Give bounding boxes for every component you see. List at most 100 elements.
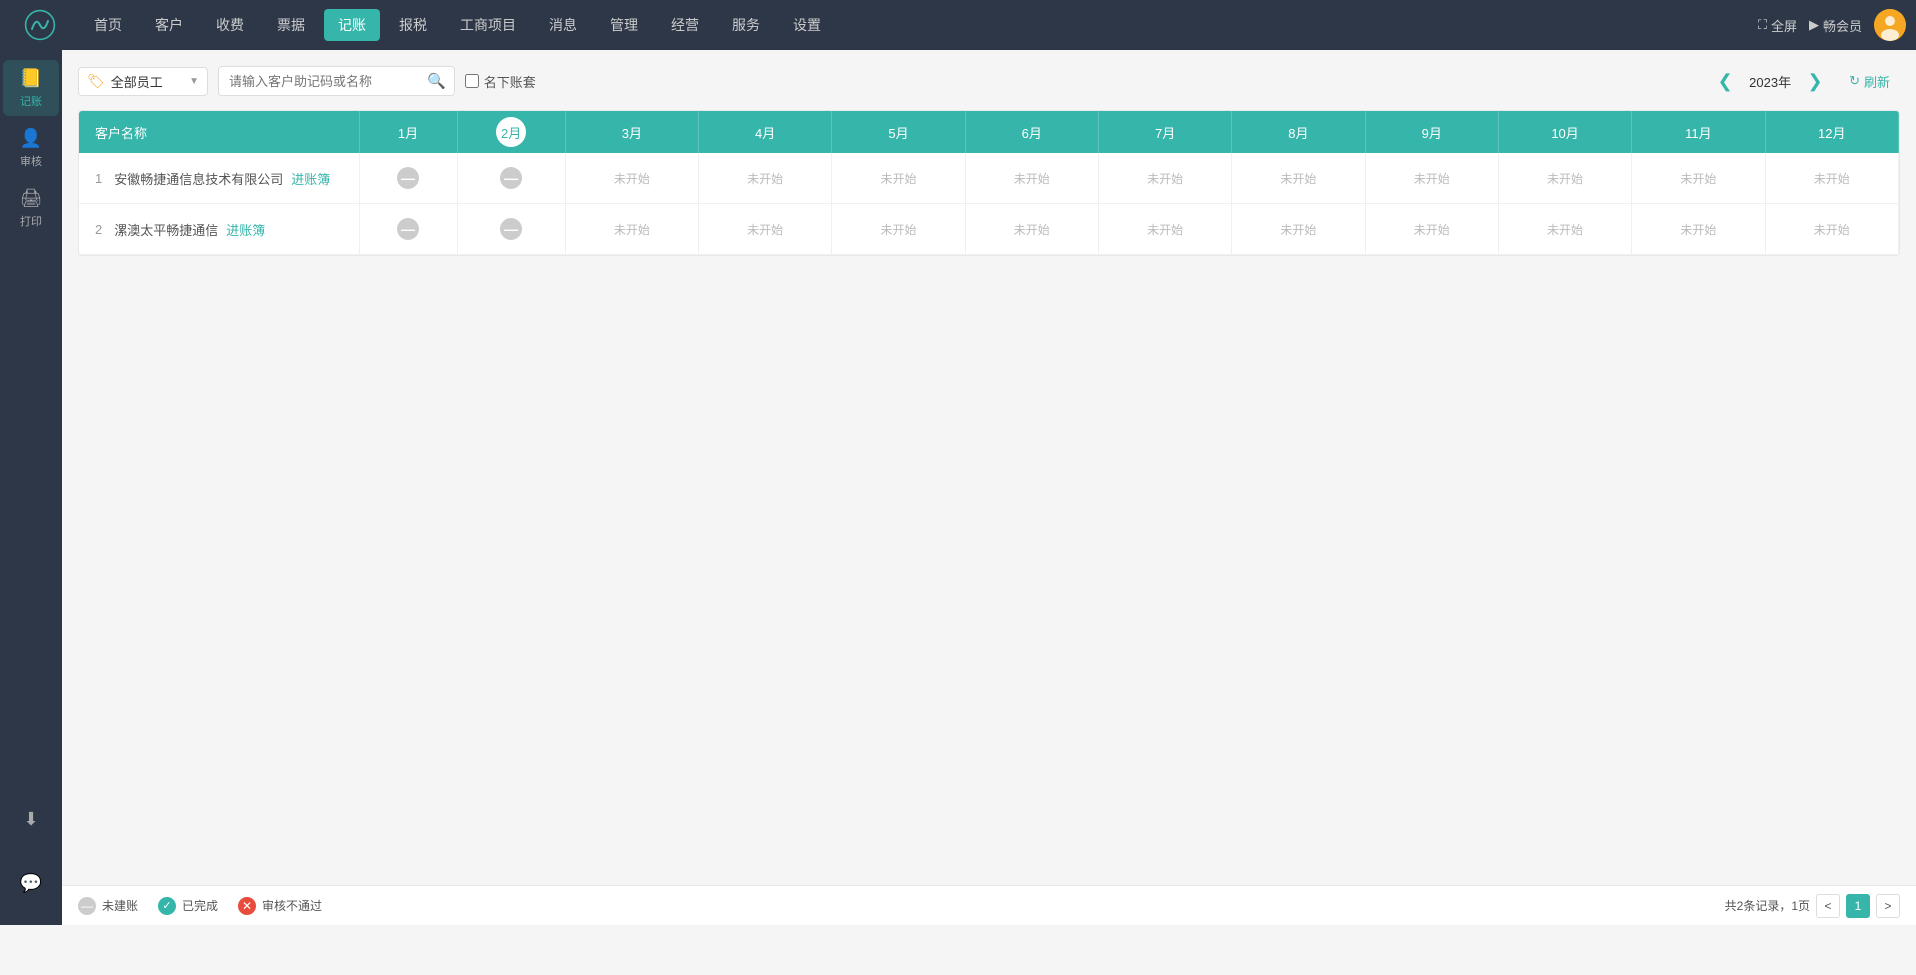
search-input[interactable] xyxy=(219,69,419,94)
nav-settings[interactable]: 设置 xyxy=(779,9,835,41)
row2-m12: 未开始 xyxy=(1765,204,1898,255)
col-header-m3: 3月 xyxy=(565,111,698,153)
row1-m6: 未开始 xyxy=(965,153,1098,204)
next-page-button[interactable]: > xyxy=(1876,894,1900,918)
row1-m4: 未开始 xyxy=(699,153,832,204)
fullscreen-label: 全屏 xyxy=(1771,16,1797,35)
nav-home[interactable]: 首页 xyxy=(80,9,136,41)
status-not-started: 未开始 xyxy=(880,223,916,237)
row1-m9: 未开始 xyxy=(1365,153,1498,204)
current-page-button[interactable]: 1 xyxy=(1846,894,1870,918)
nav-operation[interactable]: 经营 xyxy=(657,9,713,41)
fullscreen-button[interactable]: ⛶ 全屏 xyxy=(1758,16,1797,35)
enter-ledger-link-1[interactable]: 进账簿 xyxy=(291,169,330,188)
sidebar-item-print-label: 打印 xyxy=(20,213,42,229)
row1-m10: 未开始 xyxy=(1498,153,1631,204)
main-content: 🏷 全部员工 ▼ 🔍 名下账套 ❮ 2023年 ❯ ↻ 刷新 客户名称 1月 xyxy=(62,50,1916,925)
nav-invoice[interactable]: 票据 xyxy=(263,9,319,41)
status-dash-icon: — xyxy=(397,167,419,189)
row2-m8: 未开始 xyxy=(1232,204,1365,255)
data-table: 客户名称 1月 2月 3月 4月 5月 6月 7月 8月 9月 10月 11月 … xyxy=(79,111,1899,255)
employee-icon: 🏷 xyxy=(87,73,105,90)
prev-page-button[interactable]: < xyxy=(1816,894,1840,918)
nav-fee[interactable]: 收费 xyxy=(202,9,258,41)
feb-circle: 2月 xyxy=(496,117,526,147)
col-header-m1: 1月 xyxy=(359,111,457,153)
client-name-1: 安徽畅捷通信息技术有限公司 xyxy=(114,169,283,188)
legend-rejected: ✕ 审核不通过 xyxy=(238,897,322,915)
sidebar-item-audit[interactable]: 👤 审核 xyxy=(3,120,59,176)
nav-accounting[interactable]: 记账 xyxy=(324,9,380,41)
status-not-started: 未开始 xyxy=(1814,172,1850,186)
print-icon: 🖨 xyxy=(20,188,43,209)
status-not-started: 未开始 xyxy=(747,172,783,186)
my-accounts-label: 名下账套 xyxy=(484,72,536,91)
accounting-icon: 📒 xyxy=(20,68,42,89)
member-button[interactable]: ▶ 畅会员 xyxy=(1809,16,1862,35)
row1-m7: 未开始 xyxy=(1098,153,1231,204)
refresh-button[interactable]: ↻ 刷新 xyxy=(1839,67,1900,96)
chat-icon: 💬 xyxy=(20,873,42,894)
member-icon: ▶ xyxy=(1809,17,1819,33)
table-row: 1 安徽畅捷通信息技术有限公司 进账簿 — — 未开始 未开始 未开始 未开始 … xyxy=(79,153,1899,204)
col-header-m8: 8月 xyxy=(1232,111,1365,153)
right-tools: ⛶ 全屏 ▶ 畅会员 xyxy=(1758,9,1906,41)
status-not-started: 未开始 xyxy=(1680,223,1716,237)
row2-m10: 未开始 xyxy=(1498,204,1631,255)
rejected-label: 审核不通过 xyxy=(262,897,322,914)
nav-client[interactable]: 客户 xyxy=(141,9,197,41)
status-not-started: 未开始 xyxy=(1147,172,1183,186)
nav-tax[interactable]: 报税 xyxy=(385,9,441,41)
status-not-started: 未开始 xyxy=(1680,172,1716,186)
col-header-m11: 11月 xyxy=(1632,111,1765,153)
client-cell-2: 2 漯澳太平畅捷通信 进账簿 xyxy=(79,204,359,255)
status-not-started: 未开始 xyxy=(880,172,916,186)
col-header-client-name: 客户名称 xyxy=(79,111,359,153)
year-display: 2023年 xyxy=(1749,72,1791,91)
row1-m2: — xyxy=(457,153,565,204)
status-not-started: 未开始 xyxy=(1280,172,1316,186)
row1-m1: — xyxy=(359,153,457,204)
pagination-info: 共2条记录，1页 xyxy=(1725,897,1810,914)
row2-m3: 未开始 xyxy=(565,204,698,255)
sidebar-item-print[interactable]: 🖨 打印 xyxy=(3,180,59,236)
sidebar-item-chat[interactable]: 💬 xyxy=(3,855,59,911)
my-accounts-checkbox-label[interactable]: 名下账套 xyxy=(465,72,536,91)
prev-year-button[interactable]: ❮ xyxy=(1711,67,1739,95)
col-header-m7: 7月 xyxy=(1098,111,1231,153)
my-accounts-checkbox[interactable] xyxy=(465,74,479,88)
nav-management[interactable]: 管理 xyxy=(596,9,652,41)
rejected-icon: ✕ xyxy=(238,897,256,915)
col-header-m6: 6月 xyxy=(965,111,1098,153)
employee-select[interactable]: 🏷 全部员工 ▼ xyxy=(78,67,208,96)
row2-m4: 未开始 xyxy=(699,204,832,255)
next-year-button[interactable]: ❯ xyxy=(1801,67,1829,95)
client-name-2: 漯澳太平畅捷通信 xyxy=(114,220,218,239)
sidebar-item-accounting[interactable]: 📒 记账 xyxy=(3,60,59,116)
row2-m6: 未开始 xyxy=(965,204,1098,255)
nav-business[interactable]: 工商项目 xyxy=(446,9,530,41)
search-box: 🔍 xyxy=(218,66,455,96)
top-navigation: 首页 客户 收费 票据 记账 报税 工商项目 消息 管理 经营 服务 设置 ⛶ … xyxy=(0,0,1916,50)
row2-m11: 未开始 xyxy=(1632,204,1765,255)
table-row: 2 漯澳太平畅捷通信 进账簿 — — 未开始 未开始 未开始 未开始 未开始 未… xyxy=(79,204,1899,255)
logo[interactable] xyxy=(10,9,70,41)
search-button[interactable]: 🔍 xyxy=(419,67,454,95)
client-num-2: 2 xyxy=(95,222,102,237)
row2-m2: — xyxy=(457,204,565,255)
sidebar-item-download[interactable]: ⬇ xyxy=(3,791,59,847)
col-header-m12: 12月 xyxy=(1765,111,1898,153)
row1-m11: 未开始 xyxy=(1632,153,1765,204)
status-not-started: 未开始 xyxy=(1414,172,1450,186)
status-dash-icon: — xyxy=(500,167,522,189)
client-num-1: 1 xyxy=(95,171,102,186)
enter-ledger-link-2[interactable]: 进账簿 xyxy=(226,220,265,239)
status-not-started: 未开始 xyxy=(1014,223,1050,237)
status-not-started: 未开始 xyxy=(1547,223,1583,237)
sidebar-item-audit-label: 审核 xyxy=(20,153,42,169)
nav-message[interactable]: 消息 xyxy=(535,9,591,41)
member-label: 畅会员 xyxy=(1823,16,1862,35)
toolbar: 🏷 全部员工 ▼ 🔍 名下账套 ❮ 2023年 ❯ ↻ 刷新 xyxy=(78,66,1900,96)
avatar[interactable] xyxy=(1874,9,1906,41)
nav-service[interactable]: 服务 xyxy=(718,9,774,41)
